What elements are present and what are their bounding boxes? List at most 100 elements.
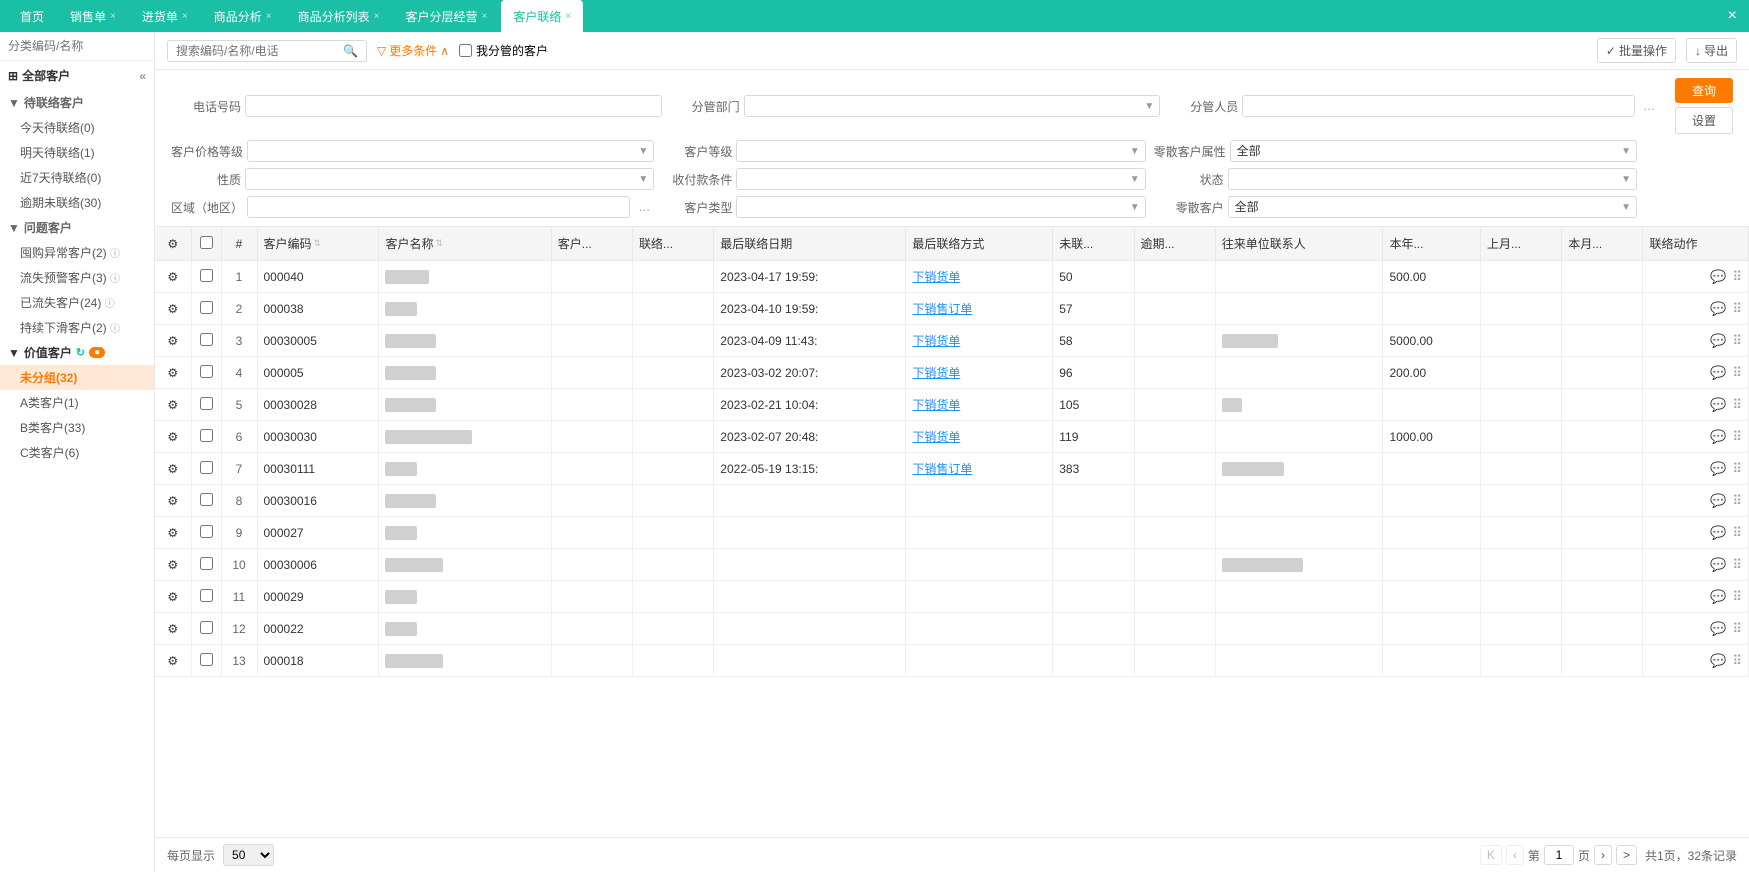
retail-attr-select[interactable]: 全部 xyxy=(1230,140,1637,162)
next-page-btn[interactable]: › xyxy=(1594,845,1612,865)
last-contact-way-cell[interactable]: 下销货单 xyxy=(906,325,1053,357)
last-contact-way-cell[interactable] xyxy=(906,613,1053,645)
chat-icon[interactable]: 💬 xyxy=(1710,557,1726,573)
batch-ops-btn[interactable]: ✓ 批量操作 xyxy=(1597,38,1676,63)
chat-icon[interactable]: 💬 xyxy=(1710,525,1726,541)
contact-way-link[interactable]: 下销货单 xyxy=(912,334,960,348)
last-contact-way-cell[interactable] xyxy=(906,581,1053,613)
tab-product-list[interactable]: 商品分析列表 × xyxy=(286,0,392,32)
first-page-btn[interactable]: K xyxy=(1480,845,1502,865)
name-col-header[interactable]: 客户名称⇅ xyxy=(379,227,551,261)
sidebar-overdue-pending[interactable]: 逾期未联络(30) xyxy=(0,190,154,215)
row-checkbox[interactable] xyxy=(200,525,213,538)
row-checkbox[interactable] xyxy=(200,493,213,506)
checkbox-cell[interactable] xyxy=(191,485,221,517)
reset-btn[interactable]: 设置 xyxy=(1675,107,1733,134)
settings-cell[interactable]: ⚙ xyxy=(155,517,191,549)
sidebar-loss-warning[interactable]: 流失预警客户(3) ⓘ xyxy=(0,265,154,290)
row-checkbox[interactable] xyxy=(200,461,213,474)
close-purchase-tab[interactable]: × xyxy=(182,11,188,22)
tab-customer-contact[interactable]: 客户联络 × xyxy=(501,0,583,32)
more-conditions-btn[interactable]: ▽ 更多条件 ∧ xyxy=(377,42,449,59)
last-contact-way-cell[interactable] xyxy=(906,485,1053,517)
page-size-select[interactable]: 20 50 100 xyxy=(223,844,274,866)
query-btn[interactable]: 查询 xyxy=(1675,78,1733,103)
sidebar-unclassified[interactable]: 未分组(32) xyxy=(0,365,154,390)
payment-select[interactable] xyxy=(736,168,1145,190)
checkbox-cell[interactable] xyxy=(191,357,221,389)
close-contact-tab[interactable]: × xyxy=(565,11,571,22)
settings-cell[interactable]: ⚙ xyxy=(155,389,191,421)
tab-sales[interactable]: 销售单 × xyxy=(58,0,128,32)
sidebar-7day-pending[interactable]: 近7天待联络(0) xyxy=(0,165,154,190)
no-contact-col-header[interactable]: 未联... xyxy=(1053,227,1134,261)
last-contact-way-col-header[interactable]: 最后联络方式 xyxy=(906,227,1053,261)
row-checkbox[interactable] xyxy=(200,653,213,666)
contact-way-link[interactable]: 下销售订单 xyxy=(912,302,972,316)
close-segment-tab[interactable]: × xyxy=(481,11,487,22)
chat-icon[interactable]: 💬 xyxy=(1710,461,1726,477)
main-search-input[interactable] xyxy=(176,44,339,58)
nature-select[interactable] xyxy=(245,168,654,190)
settings-cell[interactable]: ⚙ xyxy=(155,581,191,613)
overdue-col-header[interactable]: 逾期... xyxy=(1134,227,1215,261)
checkbox-cell[interactable] xyxy=(191,325,221,357)
more-icon[interactable]: ⠿ xyxy=(1732,493,1742,509)
close-product-list-tab[interactable]: × xyxy=(374,11,380,22)
contact-way-link[interactable]: 下销货单 xyxy=(912,366,960,380)
more-icon[interactable]: ⠿ xyxy=(1732,525,1742,541)
search-box[interactable]: 🔍 xyxy=(167,40,367,62)
settings-cell[interactable]: ⚙ xyxy=(155,613,191,645)
my-customers-check[interactable] xyxy=(459,44,472,57)
export-btn[interactable]: ↓ 导出 xyxy=(1686,38,1737,63)
last-contact-date-col-header[interactable]: 最后联络日期 xyxy=(714,227,906,261)
checkbox-cell[interactable] xyxy=(191,549,221,581)
select-all-checkbox[interactable] xyxy=(200,236,213,249)
chat-icon[interactable]: 💬 xyxy=(1710,493,1726,509)
more-icon[interactable]: ⠿ xyxy=(1732,429,1742,445)
chat-icon[interactable]: 💬 xyxy=(1710,365,1726,381)
chat-icon[interactable]: 💬 xyxy=(1710,301,1726,317)
customer-level-select[interactable] xyxy=(736,140,1145,162)
chat-icon[interactable]: 💬 xyxy=(1710,333,1726,349)
more-icon[interactable]: ⠿ xyxy=(1732,621,1742,637)
tab-home[interactable]: 首页 xyxy=(8,0,56,32)
contact-way-link[interactable]: 下销货单 xyxy=(912,398,960,412)
all-customers-item[interactable]: ⊞ 全部客户 « xyxy=(0,61,154,90)
chat-icon[interactable]: 💬 xyxy=(1710,429,1726,445)
customer-type-select[interactable] xyxy=(736,196,1145,218)
settings-cell[interactable]: ⚙ xyxy=(155,325,191,357)
more-icon[interactable]: ⠿ xyxy=(1732,269,1742,285)
settings-cell[interactable]: ⚙ xyxy=(155,357,191,389)
contact-way-link[interactable]: 下销货单 xyxy=(912,270,960,284)
sidebar-lost-customers[interactable]: 已流失客户(24) ⓘ xyxy=(0,290,154,315)
settings-cell[interactable]: ⚙ xyxy=(155,645,191,677)
row-checkbox[interactable] xyxy=(200,557,213,570)
this-month-col-header[interactable]: 本月... xyxy=(1562,227,1643,261)
last-contact-way-cell[interactable]: 下销货单 xyxy=(906,261,1053,293)
more-icon[interactable]: ⠿ xyxy=(1732,653,1742,669)
close-all-btn[interactable]: × xyxy=(1724,7,1741,25)
more-icon[interactable]: ⠿ xyxy=(1732,301,1742,317)
unit-contact-col-header[interactable]: 往来单位联系人 xyxy=(1215,227,1383,261)
phone-input[interactable] xyxy=(245,95,662,117)
price-level-select[interactable] xyxy=(247,140,654,162)
contact-way-link[interactable]: 下销货单 xyxy=(912,430,960,444)
close-product-analysis-tab[interactable]: × xyxy=(266,11,272,22)
last-page-btn[interactable]: > xyxy=(1616,845,1637,865)
more-icon[interactable]: ⠿ xyxy=(1732,397,1742,413)
sidebar-tomorrow-pending[interactable]: 明天待联络(1) xyxy=(0,140,154,165)
sidebar-collapse-btn[interactable]: « xyxy=(139,69,146,83)
type-col-header[interactable]: 客户... xyxy=(551,227,632,261)
tab-purchase[interactable]: 进货单 × xyxy=(130,0,200,32)
settings-cell[interactable]: ⚙ xyxy=(155,485,191,517)
manager-dots-btn[interactable]: … xyxy=(1639,97,1659,115)
chat-icon[interactable]: 💬 xyxy=(1710,397,1726,413)
last-contact-way-cell[interactable] xyxy=(906,517,1053,549)
value-customers-group[interactable]: ▼ 价值客户 ↻ ● xyxy=(0,340,154,365)
more-icon[interactable]: ⠿ xyxy=(1732,333,1742,349)
this-year-col-header[interactable]: 本年... xyxy=(1383,227,1480,261)
my-customers-checkbox[interactable]: 我分管的客户 xyxy=(459,42,548,59)
problem-customers-group[interactable]: ▼ 问题客户 xyxy=(0,215,154,240)
code-col-header[interactable]: 客户编码⇅ xyxy=(257,227,379,261)
